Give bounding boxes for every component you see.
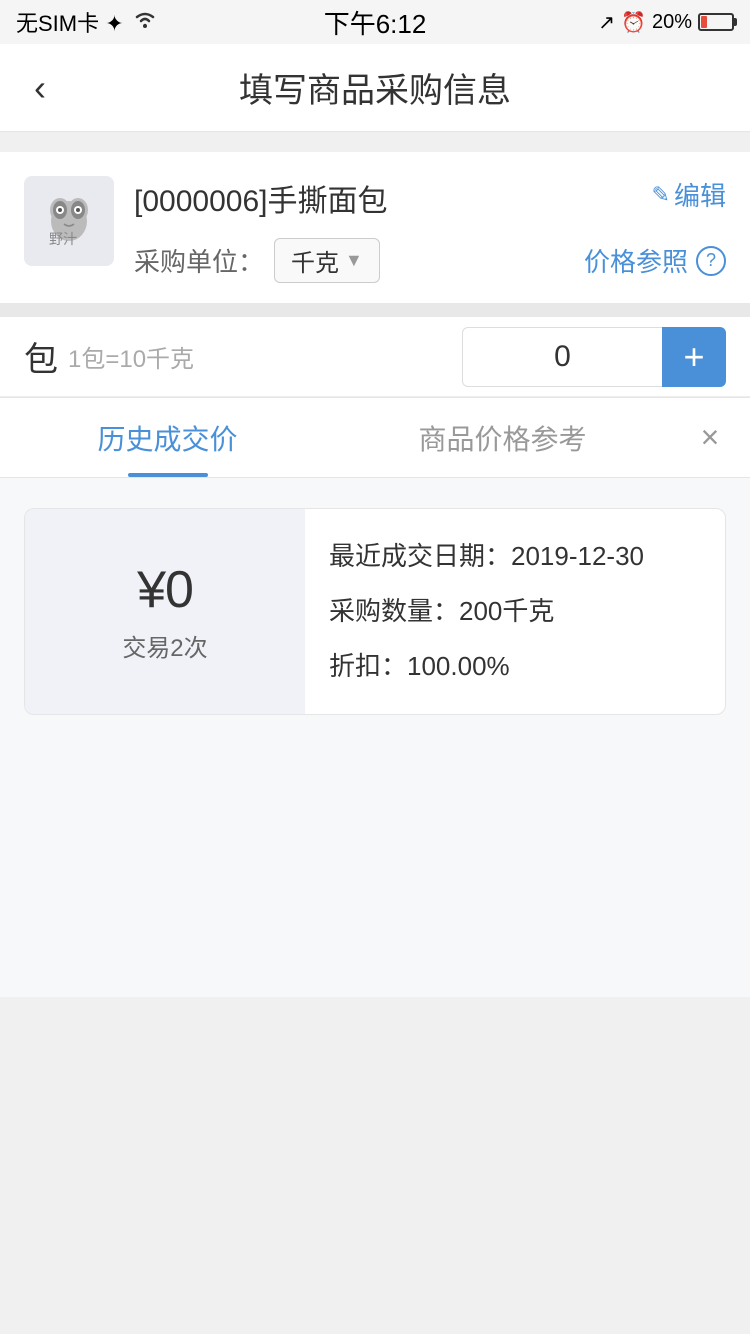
status-bar: 无SIM卡 ✦ 下午6:12 ↗ ⏰ 20% — [0, 0, 750, 44]
trade-count: 交易2次 — [122, 628, 207, 663]
tab-active-indicator — [128, 473, 208, 477]
discount-row: 折扣：100.00% — [329, 647, 701, 686]
section-divider — [0, 303, 750, 317]
edit-button[interactable]: ✎ 编辑 — [652, 176, 726, 213]
battery-percent: 20% — [652, 11, 692, 34]
recent-date-label: 最近成交日期： — [329, 541, 511, 571]
unit-bao: 包 — [24, 332, 58, 381]
battery-icon — [698, 13, 734, 31]
unit-label: 采购单位： — [134, 242, 264, 279]
quantity-detail-label: 采购数量： — [329, 596, 459, 626]
quantity-label: 包 1包=10千克 — [24, 332, 194, 381]
location-icon: ↗ — [598, 10, 615, 35]
unit-dropdown-arrow: ▼ — [345, 250, 363, 271]
price-reference-button[interactable]: 价格参照 ? — [584, 242, 726, 279]
product-name: [0000006]手撕面包 — [134, 176, 387, 220]
price-ref-label: 价格参照 — [584, 242, 688, 279]
unit-value: 千克 — [291, 243, 339, 278]
back-button[interactable]: ‹ — [24, 57, 56, 119]
tab-history-label: 历史成交价 — [97, 418, 237, 458]
wifi-icon — [132, 9, 158, 35]
close-panel-button[interactable]: × — [670, 398, 750, 477]
unit-select[interactable]: 千克 ▼ — [274, 238, 380, 283]
quantity-input-area: 0 + — [462, 327, 726, 387]
quantity-row-detail: 采购数量：200千克 — [329, 592, 701, 631]
status-time: 下午6:12 — [324, 4, 427, 41]
alarm-icon: ⏰ — [621, 10, 646, 35]
product-thumbnail: 野汁 — [24, 176, 114, 266]
product-info: [0000006]手撕面包 ✎ 编辑 采购单位： 千克 ▼ 价格参照 ? — [134, 176, 726, 283]
nav-bar: ‹ 填写商品采购信息 — [0, 44, 750, 132]
quantity-display[interactable]: 0 — [462, 327, 662, 387]
discount-value: 100.00% — [407, 651, 510, 681]
page-title: 填写商品采购信息 — [239, 63, 511, 112]
history-content: ¥0 交易2次 最近成交日期：2019-12-30 采购数量：200千克 折扣：… — [0, 478, 750, 745]
product-card: 野汁 [0000006]手撕面包 ✎ 编辑 采购单位： 千克 ▼ 价格参照 — [0, 152, 750, 303]
discount-label: 折扣： — [329, 651, 407, 681]
quantity-plus-button[interactable]: + — [662, 327, 726, 387]
tab-price-ref-label: 商品价格参考 — [418, 418, 586, 458]
close-icon: × — [701, 419, 720, 456]
unit-row: 采购单位： 千克 ▼ — [134, 238, 380, 283]
transaction-card: ¥0 交易2次 最近成交日期：2019-12-30 采购数量：200千克 折扣：… — [24, 508, 726, 715]
svg-text:野汁: 野汁 — [49, 231, 77, 246]
unit-conversion: 1包=10千克 — [68, 339, 194, 374]
tab-bar: 历史成交价 商品价格参考 × — [0, 398, 750, 478]
edit-icon: ✎ — [652, 182, 670, 208]
recent-date-value: 2019-12-30 — [511, 541, 644, 571]
status-right: ↗ ⏰ 20% — [598, 10, 734, 35]
help-icon[interactable]: ? — [696, 246, 726, 276]
panel: 历史成交价 商品价格参考 × ¥0 交易2次 最近成交日期：2019-12-30… — [0, 397, 750, 997]
price-side: ¥0 交易2次 — [25, 509, 305, 714]
carrier-text: 无SIM卡 ✦ — [16, 6, 124, 38]
transaction-price: ¥0 — [137, 560, 193, 620]
recent-date-row: 最近成交日期：2019-12-30 — [329, 537, 701, 576]
status-left: 无SIM卡 ✦ — [16, 6, 158, 38]
detail-side: 最近成交日期：2019-12-30 采购数量：200千克 折扣：100.00% — [305, 509, 725, 714]
quantity-row: 包 1包=10千克 0 + — [0, 317, 750, 397]
quantity-detail-value: 200千克 — [459, 596, 554, 626]
tab-history-price[interactable]: 历史成交价 — [0, 398, 335, 477]
product-image-icon: 野汁 — [39, 186, 99, 256]
tab-price-reference[interactable]: 商品价格参考 — [335, 398, 670, 477]
